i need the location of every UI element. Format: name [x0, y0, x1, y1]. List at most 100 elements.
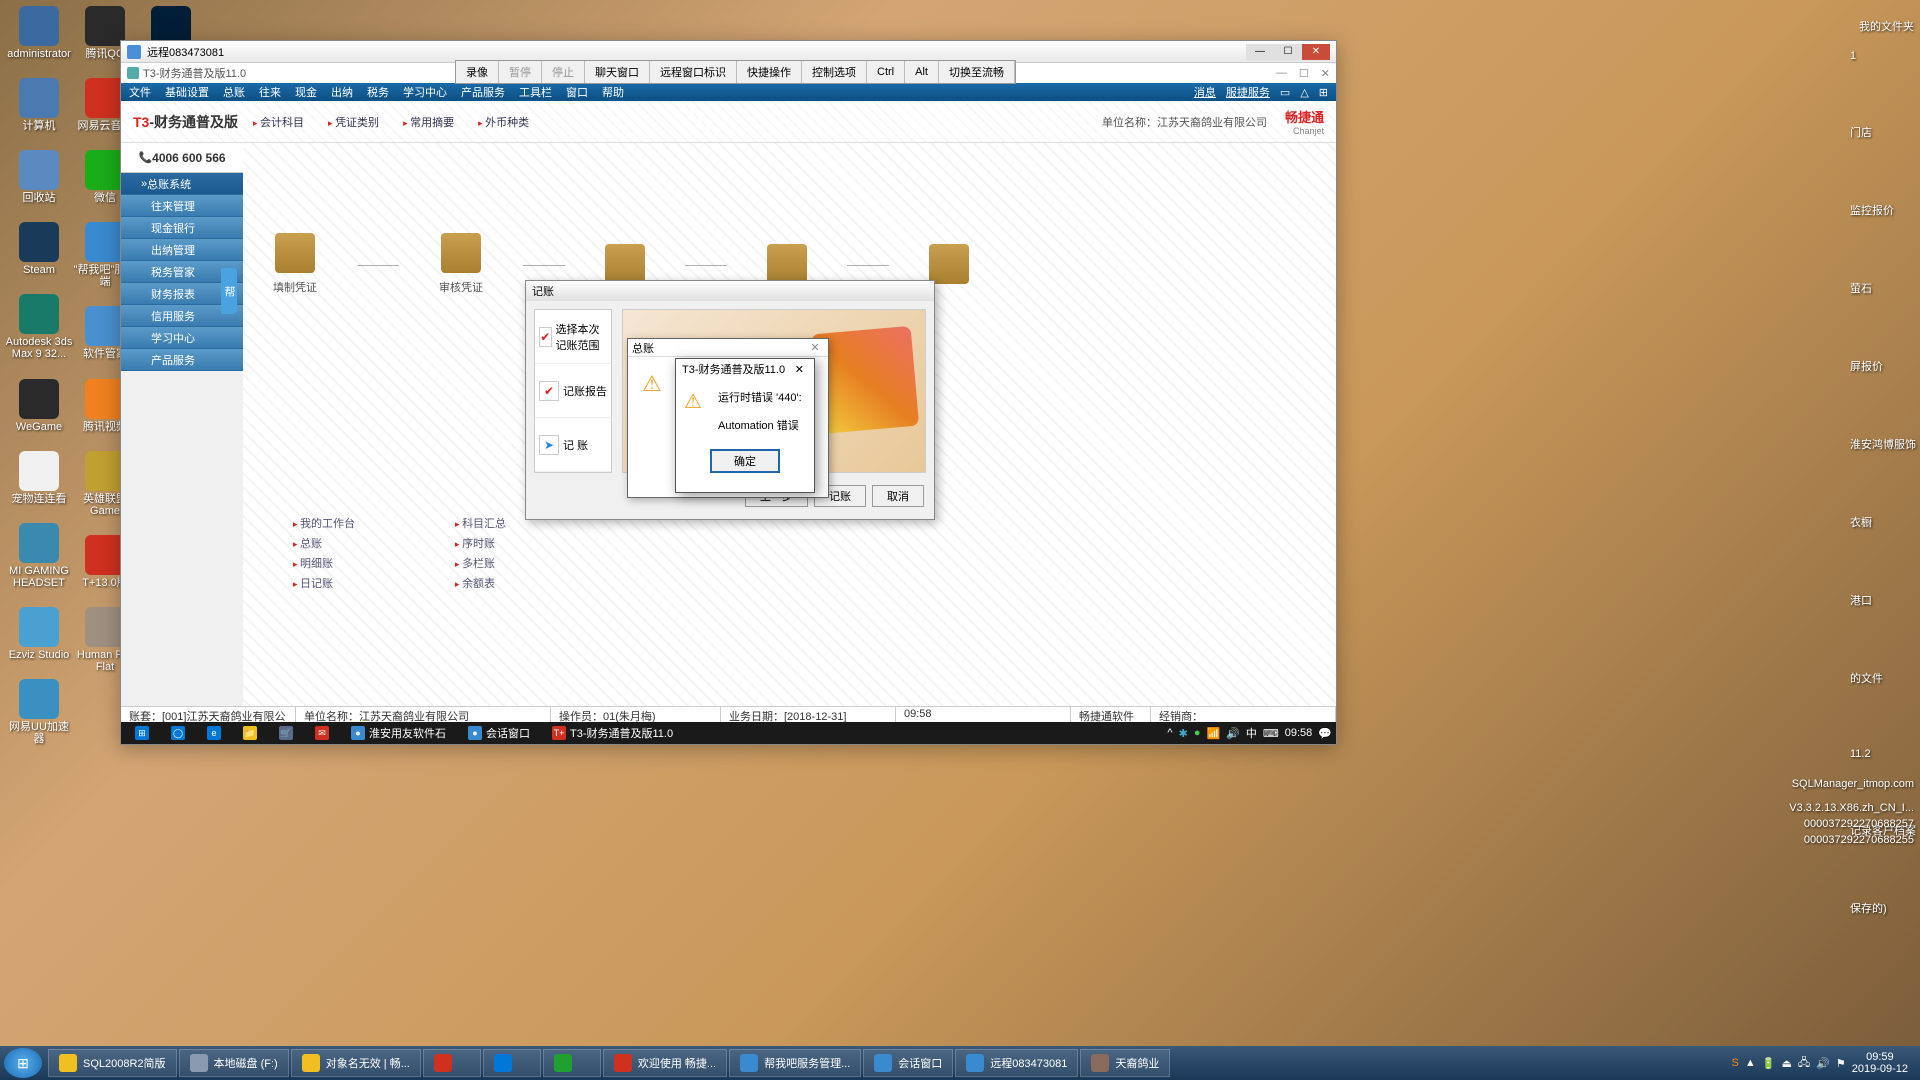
remote-tool-button[interactable]: 暂停 — [499, 61, 542, 83]
tray-flag-icon[interactable]: ⚑ — [1836, 1057, 1846, 1070]
taskbar-item[interactable]: ●淮安用友软件石 — [341, 724, 456, 742]
sidebar-item[interactable]: 学习中心 — [121, 327, 243, 349]
host-taskbar-item[interactable]: 帮我吧服务管理... — [729, 1049, 861, 1077]
menu-icon-1[interactable]: ▭ — [1280, 86, 1290, 99]
header-link[interactable]: 凭证类别 — [328, 114, 379, 130]
quick-link[interactable]: 余额表 — [455, 575, 506, 591]
remote-tool-button[interactable]: 录像 — [456, 61, 499, 83]
tray-lang[interactable]: 中 — [1246, 725, 1257, 741]
maximize-button[interactable]: ☐ — [1274, 44, 1302, 60]
close-icon[interactable]: ✕ — [806, 341, 824, 354]
menu-item[interactable]: 税务 — [367, 84, 389, 100]
tray-icon[interactable]: 🔋 — [1762, 1057, 1776, 1070]
quick-link[interactable]: 多栏账 — [455, 555, 506, 571]
taskbar-item[interactable]: T+T3-财务通普及版11.0 — [542, 724, 683, 742]
desktop-icon[interactable]: Autodesk 3ds Max 9 32... — [4, 294, 74, 360]
remote-tool-button[interactable]: 聊天窗口 — [585, 61, 650, 83]
host-taskbar-item[interactable]: 本地磁盘 (F:) — [179, 1049, 289, 1077]
start-button[interactable]: ⊞ — [4, 1048, 42, 1078]
tray-network-icon[interactable]: 🖧 — [1798, 1054, 1810, 1073]
remote-tool-button[interactable]: 控制选项 — [802, 61, 867, 83]
desktop-icon[interactable]: 宠物连连看 — [4, 451, 74, 505]
taskbar-item[interactable]: ✉ — [305, 724, 339, 742]
app-close[interactable]: ✕ — [1321, 67, 1330, 80]
remote-tool-button[interactable]: 快捷操作 — [737, 61, 802, 83]
menu-item[interactable]: 窗口 — [566, 84, 588, 100]
desktop-label[interactable]: 屏报价 — [1850, 358, 1916, 374]
tray-keyboard-icon[interactable]: ⌨ — [1263, 727, 1279, 740]
host-clock[interactable]: 09:59 2019-09-12 — [1852, 1051, 1908, 1075]
step-1[interactable]: ✔选择本次记账范围 — [535, 310, 611, 364]
help-tab[interactable]: 帮 — [221, 268, 237, 314]
remote-tool-button[interactable]: Ctrl — [867, 61, 905, 83]
wf-step-1[interactable]: 填制凭证 — [273, 233, 317, 295]
tray-wifi-icon[interactable]: 📶 — [1206, 727, 1220, 740]
tray-sound-icon[interactable]: 🔊 — [1226, 727, 1240, 740]
wf-icon-5[interactable] — [929, 244, 969, 284]
host-taskbar-item[interactable]: 会话窗口 — [863, 1049, 953, 1077]
desktop-label[interactable]: 监控报价 — [1850, 202, 1916, 218]
desktop-icon[interactable]: administrator — [4, 6, 74, 60]
tray-icon[interactable]: ⏏ — [1781, 1057, 1791, 1070]
quick-link[interactable]: 序时账 — [455, 535, 506, 551]
error-dialog-titlebar[interactable]: T3-财务通普及版11.0 ✕ — [676, 359, 814, 379]
desktop-icon[interactable]: 网易UU加速器 — [4, 679, 74, 745]
sidebar-item[interactable]: 总账系统 — [121, 173, 243, 195]
desktop-icon[interactable]: WeGame — [4, 379, 74, 433]
menu-item[interactable]: 工具栏 — [519, 84, 552, 100]
taskbar-item[interactable]: e — [197, 724, 231, 742]
minimize-button[interactable]: — — [1246, 44, 1274, 60]
sidebar-item[interactable]: 现金银行 — [121, 217, 243, 239]
menu-item[interactable]: 基础设置 — [165, 84, 209, 100]
menu-item[interactable]: 文件 — [129, 84, 151, 100]
ok-button[interactable]: 确定 — [710, 449, 780, 473]
desktop-label[interactable]: 的文件 — [1850, 670, 1916, 686]
quick-link[interactable]: 明细账 — [293, 555, 355, 571]
tray-icon[interactable]: S — [1732, 1057, 1739, 1069]
host-taskbar-item[interactable] — [483, 1049, 541, 1077]
close-button[interactable]: ✕ — [1302, 44, 1330, 60]
desktop-label[interactable]: 门店 — [1850, 124, 1916, 140]
tray-notif-icon[interactable]: 💬 — [1318, 727, 1332, 740]
taskbar-item[interactable]: ●会话窗口 — [458, 724, 540, 742]
remote-tool-button[interactable]: 停止 — [542, 61, 585, 83]
wf-step-2[interactable]: 审核凭证 — [439, 233, 483, 295]
desktop-label[interactable]: 淮安鸿博服饰 — [1850, 436, 1916, 452]
host-taskbar-item[interactable]: 远程083473081 — [955, 1049, 1078, 1077]
menu-item[interactable]: 帮助 — [602, 84, 624, 100]
desktop-label[interactable]: 保存的) — [1850, 900, 1916, 916]
desktop-label[interactable]: 衣橱 — [1850, 514, 1916, 530]
taskbar-item[interactable]: ⊞ — [125, 724, 159, 742]
menu-link-msg[interactable]: 消息 — [1194, 84, 1216, 100]
posting-dialog-title[interactable]: 记账 — [526, 281, 934, 301]
close-icon[interactable]: ✕ — [791, 363, 808, 376]
desktop-icon[interactable]: Steam — [4, 222, 74, 276]
taskbar-item[interactable]: ◯ — [161, 724, 195, 742]
menu-item[interactable]: 产品服务 — [461, 84, 505, 100]
desktop-icon[interactable]: Ezviz Studio — [4, 607, 74, 661]
desktop-icon[interactable]: 回收站 — [4, 150, 74, 204]
menu-link-svc[interactable]: 服捷服务 — [1226, 84, 1270, 100]
taskbar-item[interactable]: 🛒 — [269, 724, 303, 742]
link-group-title[interactable]: 科目汇总 — [455, 515, 506, 531]
header-link[interactable]: 外币种类 — [478, 114, 529, 130]
quick-link[interactable]: 总账 — [293, 535, 355, 551]
desktop-label[interactable]: 1 — [1850, 50, 1916, 62]
menu-item[interactable]: 总账 — [223, 84, 245, 100]
menu-item[interactable]: 往来 — [259, 84, 281, 100]
host-taskbar-item[interactable]: 天裔鸽业 — [1080, 1049, 1170, 1077]
header-link[interactable]: 会计科目 — [253, 114, 304, 130]
sidebar-item[interactable]: 产品服务 — [121, 349, 243, 371]
menu-icon-3[interactable]: ⊞ — [1319, 86, 1328, 99]
desktop-label[interactable]: 萤石 — [1850, 280, 1916, 296]
desktop-label[interactable]: 港口 — [1850, 592, 1916, 608]
wf-icon-4[interactable] — [767, 244, 807, 284]
host-taskbar-item[interactable] — [423, 1049, 481, 1077]
menu-item[interactable]: 学习中心 — [403, 84, 447, 100]
step-2[interactable]: ✔记账报告 — [535, 364, 611, 418]
host-taskbar-item[interactable]: 对象名无效 | 畅... — [291, 1049, 421, 1077]
tray-icon[interactable]: ● — [1194, 727, 1201, 739]
step-3[interactable]: ➤记 账 — [535, 418, 611, 472]
remote-tool-button[interactable]: 远程窗口标识 — [650, 61, 737, 83]
wf-icon-3[interactable] — [605, 244, 645, 284]
